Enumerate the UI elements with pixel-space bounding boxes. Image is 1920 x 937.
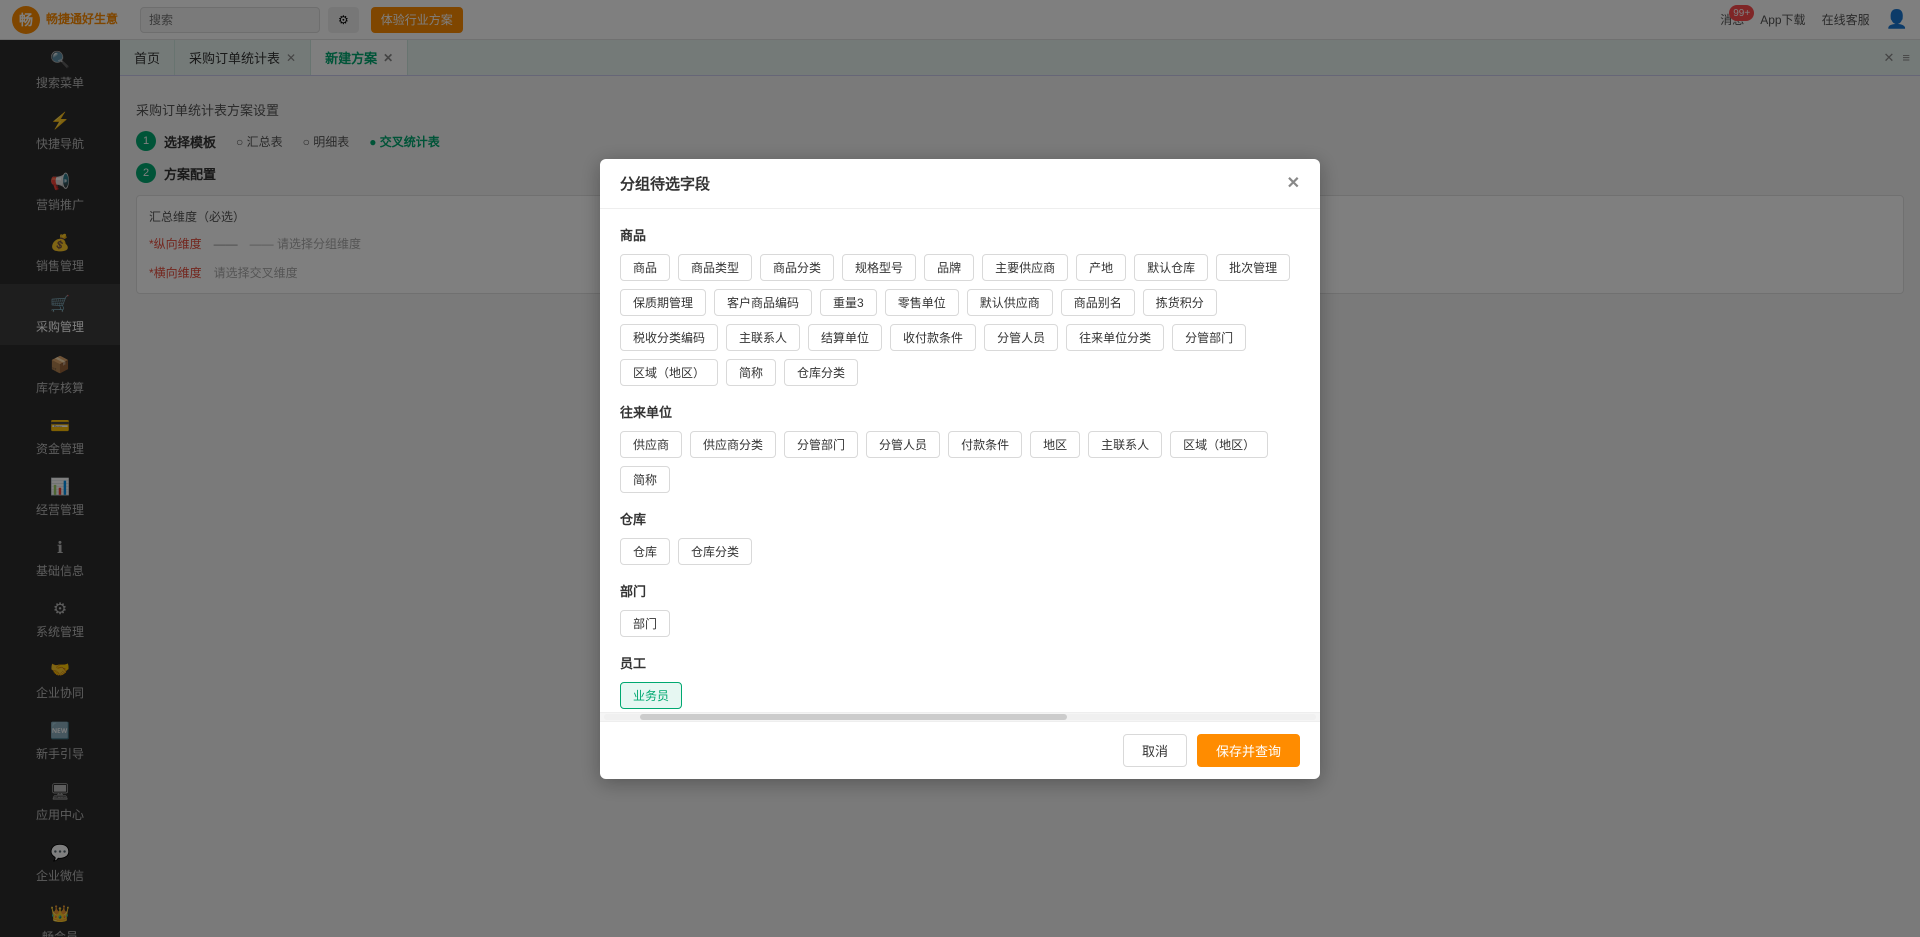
tag-partner-3[interactable]: 分管部门 [784, 431, 858, 458]
tag-goods-5[interactable]: 品牌 [924, 254, 974, 281]
tag-goods-16[interactable]: 拣货积分 [1143, 289, 1217, 316]
tag-goods-6[interactable]: 主要供应商 [982, 254, 1068, 281]
tag-goods-12[interactable]: 重量3 [820, 289, 877, 316]
tag-partner-8[interactable]: 区域（地区） [1170, 431, 1268, 458]
field-tags-dept: 部门 [620, 610, 1300, 637]
section-staff-title: 员工 [620, 653, 1300, 672]
cancel-button[interactable]: 取消 [1123, 734, 1187, 767]
tag-staff-1[interactable]: 业务员 [620, 682, 682, 709]
section-goods-title: 商品 [620, 225, 1300, 244]
tag-partner-5[interactable]: 付款条件 [948, 431, 1022, 458]
tag-goods-19[interactable]: 结算单位 [808, 324, 882, 351]
modal-title: 分组待选字段 [620, 173, 710, 194]
tag-goods-18[interactable]: 主联系人 [726, 324, 800, 351]
tag-partner-9[interactable]: 简称 [620, 466, 670, 493]
tag-goods-23[interactable]: 分管部门 [1172, 324, 1246, 351]
tag-goods-14[interactable]: 默认供应商 [967, 289, 1053, 316]
modal-scrollbar-x [600, 712, 1320, 720]
tag-goods-1[interactable]: 商品 [620, 254, 670, 281]
section-dept: 部门 部门 [620, 581, 1300, 637]
tag-goods-7[interactable]: 产地 [1076, 254, 1126, 281]
field-tags-partner: 供应商 供应商分类 分管部门 分管人员 付款条件 地区 主联系人 区域（地区） … [620, 431, 1300, 493]
modal-body: 商品 商品 商品类型 商品分类 规格型号 品牌 主要供应商 产地 默认仓库 批次… [600, 209, 1320, 713]
section-warehouse-title: 仓库 [620, 509, 1300, 528]
tag-warehouse-2[interactable]: 仓库分类 [678, 538, 752, 565]
tag-goods-22[interactable]: 往来单位分类 [1066, 324, 1164, 351]
field-tags-goods: 商品 商品类型 商品分类 规格型号 品牌 主要供应商 产地 默认仓库 批次管理 … [620, 254, 1300, 386]
modal-footer: 取消 保存并查询 [600, 721, 1320, 779]
scrollbar-thumb-x [640, 714, 1067, 720]
tag-partner-4[interactable]: 分管人员 [866, 431, 940, 458]
section-staff: 员工 业务员 [620, 653, 1300, 709]
tag-goods-25[interactable]: 简称 [726, 359, 776, 386]
tag-goods-11[interactable]: 客户商品编码 [714, 289, 812, 316]
section-partner-title: 往来单位 [620, 402, 1300, 421]
tag-partner-1[interactable]: 供应商 [620, 431, 682, 458]
tag-partner-7[interactable]: 主联系人 [1088, 431, 1162, 458]
tag-goods-8[interactable]: 默认仓库 [1134, 254, 1208, 281]
field-tags-staff: 业务员 [620, 682, 1300, 709]
section-warehouse: 仓库 仓库 仓库分类 [620, 509, 1300, 565]
modal-header: 分组待选字段 ✕ [600, 159, 1320, 209]
field-tags-warehouse: 仓库 仓库分类 [620, 538, 1300, 565]
tag-goods-2[interactable]: 商品类型 [678, 254, 752, 281]
tag-goods-10[interactable]: 保质期管理 [620, 289, 706, 316]
tag-dept-1[interactable]: 部门 [620, 610, 670, 637]
tag-goods-3[interactable]: 商品分类 [760, 254, 834, 281]
tag-goods-13[interactable]: 零售单位 [885, 289, 959, 316]
tag-goods-15[interactable]: 商品别名 [1061, 289, 1135, 316]
confirm-button[interactable]: 保存并查询 [1197, 734, 1300, 767]
tag-warehouse-1[interactable]: 仓库 [620, 538, 670, 565]
tag-goods-9[interactable]: 批次管理 [1216, 254, 1290, 281]
tag-goods-20[interactable]: 收付款条件 [890, 324, 976, 351]
tag-goods-4[interactable]: 规格型号 [842, 254, 916, 281]
modal-close-icon[interactable]: ✕ [1287, 173, 1300, 193]
tag-partner-2[interactable]: 供应商分类 [690, 431, 776, 458]
section-goods: 商品 商品 商品类型 商品分类 规格型号 品牌 主要供应商 产地 默认仓库 批次… [620, 225, 1300, 386]
modal: 分组待选字段 ✕ 商品 商品 商品类型 商品分类 规格型号 品牌 主要供应商 产… [600, 159, 1320, 779]
tag-goods-24[interactable]: 区域（地区） [620, 359, 718, 386]
section-dept-title: 部门 [620, 581, 1300, 600]
tag-partner-6[interactable]: 地区 [1030, 431, 1080, 458]
tag-goods-17[interactable]: 税收分类编码 [620, 324, 718, 351]
tag-goods-21[interactable]: 分管人员 [984, 324, 1058, 351]
tag-goods-26[interactable]: 仓库分类 [784, 359, 858, 386]
section-partner: 往来单位 供应商 供应商分类 分管部门 分管人员 付款条件 地区 主联系人 区域… [620, 402, 1300, 493]
modal-overlay: 分组待选字段 ✕ 商品 商品 商品类型 商品分类 规格型号 品牌 主要供应商 产… [0, 0, 1920, 937]
